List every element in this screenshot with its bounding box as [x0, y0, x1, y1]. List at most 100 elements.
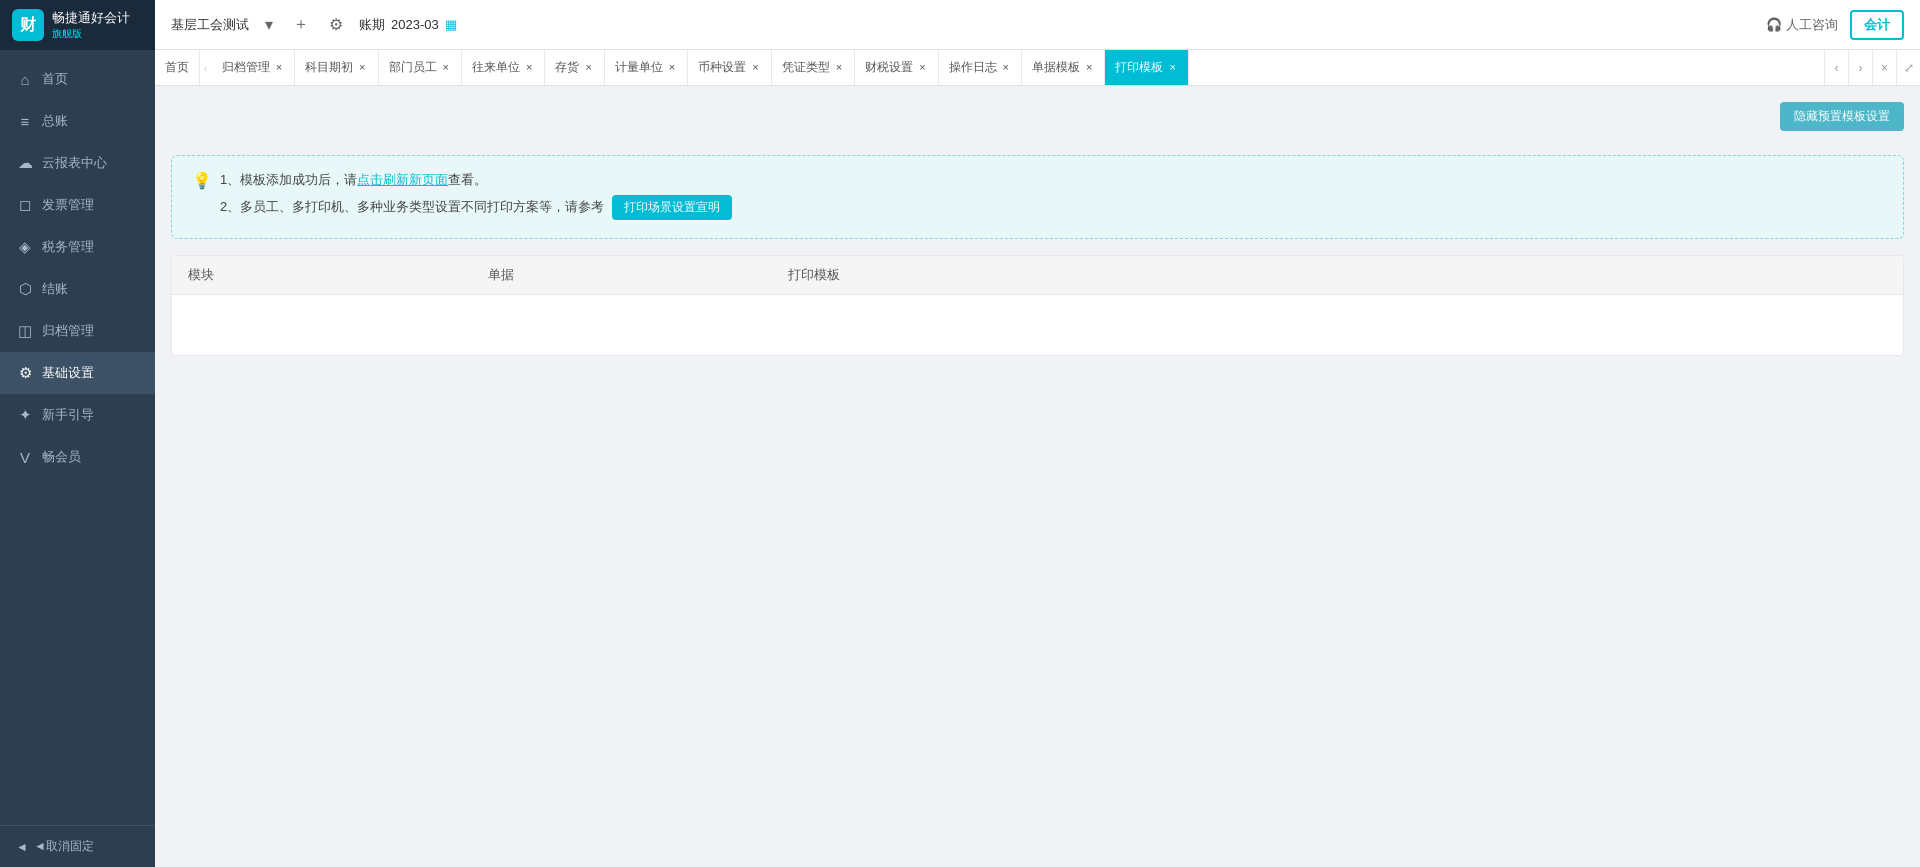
pin-icon: ◄ — [16, 840, 28, 854]
notice-text-1-prefix: 1、模板添加成功后，请 — [220, 172, 357, 187]
sidebar-item-label: 云报表中心 — [42, 154, 107, 172]
tab-voucher-type[interactable]: 凭证类型 × — [772, 50, 855, 86]
table-header: 模块 单据 打印模板 — [172, 256, 1903, 295]
company-name: 基层工会测试 — [171, 16, 249, 34]
topbar: 基层工会测试 ▾ ＋ ⚙ 账期 2023-03 ▦ 🎧 人工咨询 会计 — [155, 0, 1920, 50]
tab-dept-staff[interactable]: 部门员工 × — [379, 50, 462, 86]
close-accounts-icon: ⬡ — [16, 280, 34, 298]
tab-currency[interactable]: 币种设置 × — [688, 50, 771, 86]
col-print-template: 打印模板 — [772, 266, 1903, 284]
sidebar-item-label: 税务管理 — [42, 238, 94, 256]
sidebar-item-close[interactable]: ⬡ 结账 — [0, 268, 155, 310]
calendar-icon[interactable]: ▦ — [445, 17, 457, 32]
tab-home[interactable]: 首页 — [155, 50, 200, 86]
sidebar-item-label: 首页 — [42, 70, 68, 88]
logo-subtitle: 旗舰版 — [52, 27, 130, 40]
tab-close-dept-staff[interactable]: × — [441, 61, 451, 74]
tab-tax-settings[interactable]: 财税设置 × — [855, 50, 938, 86]
invoice-icon: ◻ — [16, 196, 34, 214]
sidebar-item-invoice[interactable]: ◻ 发票管理 — [0, 184, 155, 226]
sidebar-item-label: 畅会员 — [42, 448, 81, 466]
tab-close-inventory[interactable]: × — [583, 61, 593, 74]
sidebar-item-ledger[interactable]: ≡ 总账 — [0, 100, 155, 142]
sidebar-nav: ⌂ 首页 ≡ 总账 ☁ 云报表中心 ◻ 发票管理 ◈ 税务管理 ⬡ 结账 ◫ 归… — [0, 50, 155, 825]
notice-text-1-suffix: 查看。 — [448, 172, 487, 187]
tab-prev-btn[interactable]: ‹ — [1824, 50, 1848, 86]
hide-template-button[interactable]: 隐藏预置模板设置 — [1780, 102, 1904, 131]
sidebar: 财 畅捷通好会计 旗舰版 ⌂ 首页 ≡ 总账 ☁ 云报表中心 ◻ 发票管理 ◈ … — [0, 0, 155, 867]
hide-template-area: 隐藏预置模板设置 — [171, 102, 1904, 143]
logo-title: 畅捷通好会计 — [52, 10, 130, 27]
tab-inventory[interactable]: 存货 × — [545, 50, 604, 86]
sidebar-item-label: 总账 — [42, 112, 68, 130]
tab-separator: ‹ — [200, 62, 212, 74]
tab-op-log[interactable]: 操作日志 × — [939, 50, 1022, 86]
logo: 财 畅捷通好会计 旗舰版 — [0, 0, 155, 50]
sidebar-item-home[interactable]: ⌂ 首页 — [0, 58, 155, 100]
tab-close-print-template[interactable]: × — [1167, 61, 1177, 74]
tab-expand-btn[interactable]: ⤢ — [1896, 50, 1920, 86]
print-template-table: 模块 单据 打印模板 — [171, 255, 1904, 356]
sidebar-item-archive[interactable]: ◫ 归档管理 — [0, 310, 155, 352]
tab-close-currency[interactable]: × — [750, 61, 760, 74]
tab-close-tax-settings[interactable]: × — [917, 61, 927, 74]
tab-unit[interactable]: 计量单位 × — [605, 50, 688, 86]
sidebar-item-label: 新手引导 — [42, 406, 94, 424]
tab-contacts[interactable]: 往来单位 × — [462, 50, 545, 86]
help-button[interactable]: 🎧 人工咨询 — [1766, 16, 1838, 34]
sidebar-item-label: 基础设置 — [42, 364, 94, 382]
kuaiji-button[interactable]: 会计 — [1850, 10, 1904, 40]
tab-close-voucher-type[interactable]: × — [834, 61, 844, 74]
tax-icon: ◈ — [16, 238, 34, 256]
member-icon: V — [16, 449, 34, 466]
notice-row-2: 💡 2、多员工、多打印机、多种业务类型设置不同打印方案等，请参考 打印场景设置宣… — [192, 195, 1883, 220]
sidebar-pin-toggle[interactable]: ◄ ◄取消固定 — [0, 825, 155, 867]
reports-icon: ☁ — [16, 154, 34, 172]
sidebar-item-label: 结账 — [42, 280, 68, 298]
main-area: 基层工会测试 ▾ ＋ ⚙ 账期 2023-03 ▦ 🎧 人工咨询 会计 首页 ‹… — [155, 0, 1920, 867]
tab-next-btn[interactable]: › — [1848, 50, 1872, 86]
notice-row-1: 💡 1、模板添加成功后，请点击刷新新页面查看。 — [192, 170, 1883, 191]
sidebar-item-settings[interactable]: ⚙ 基础设置 — [0, 352, 155, 394]
tab-close-unit[interactable]: × — [667, 61, 677, 74]
settings-btn[interactable]: ⚙ — [325, 11, 347, 38]
tab-close-subject-init[interactable]: × — [357, 61, 367, 74]
notice-link[interactable]: 点击刷新新页面 — [357, 172, 448, 187]
content-area: 隐藏预置模板设置 💡 1、模板添加成功后，请点击刷新新页面查看。 💡 2、多员工… — [155, 86, 1920, 867]
dropdown-company-btn[interactable]: ▾ — [261, 11, 277, 38]
sidebar-item-guide[interactable]: ✦ 新手引导 — [0, 394, 155, 436]
topbar-right: 🎧 人工咨询 会计 — [1766, 10, 1904, 40]
col-voucher: 单据 — [472, 266, 772, 284]
headset-icon: 🎧 — [1766, 17, 1782, 32]
guide-icon: ✦ — [16, 406, 34, 424]
tabbar: 首页 ‹ 归档管理 × 科目期初 × 部门员工 × 往来单位 × 存货 × 计量… — [155, 50, 1920, 86]
sidebar-item-reports[interactable]: ☁ 云报表中心 — [0, 142, 155, 184]
sidebar-item-member[interactable]: V 畅会员 — [0, 436, 155, 478]
ledger-icon: ≡ — [16, 113, 34, 130]
archive-icon: ◫ — [16, 322, 34, 340]
add-company-btn[interactable]: ＋ — [289, 10, 313, 39]
settings-icon: ⚙ — [16, 364, 34, 382]
home-icon: ⌂ — [16, 71, 34, 88]
sidebar-item-label: 归档管理 — [42, 322, 94, 340]
notice-box: 💡 1、模板添加成功后，请点击刷新新页面查看。 💡 2、多员工、多打印机、多种业… — [171, 155, 1904, 239]
notice-text-2: 2、多员工、多打印机、多种业务类型设置不同打印方案等，请参考 — [220, 197, 604, 218]
logo-icon: 财 — [12, 9, 44, 41]
sidebar-item-tax[interactable]: ◈ 税务管理 — [0, 226, 155, 268]
col-module: 模块 — [172, 266, 472, 284]
sidebar-item-label: 发票管理 — [42, 196, 94, 214]
tab-close-op-log[interactable]: × — [1001, 61, 1011, 74]
tab-close-single-template[interactable]: × — [1084, 61, 1094, 74]
print-scene-btn[interactable]: 打印场景设置宣明 — [612, 195, 732, 220]
tab-subject-init[interactable]: 科目期初 × — [295, 50, 378, 86]
tab-archive-mgmt[interactable]: 归档管理 × — [212, 50, 295, 86]
table-body — [172, 295, 1903, 355]
period-info: 账期 2023-03 ▦ — [359, 16, 457, 34]
tab-close-archive-mgmt[interactable]: × — [274, 61, 284, 74]
tab-print-template[interactable]: 打印模板 × — [1105, 50, 1188, 86]
tab-nav-buttons: ‹ › × ⤢ — [1824, 50, 1920, 86]
tab-single-template[interactable]: 单据模板 × — [1022, 50, 1105, 86]
tab-close-contacts[interactable]: × — [524, 61, 534, 74]
tab-close-all-btn[interactable]: × — [1872, 50, 1896, 86]
bulb-icon: 💡 — [192, 171, 212, 190]
